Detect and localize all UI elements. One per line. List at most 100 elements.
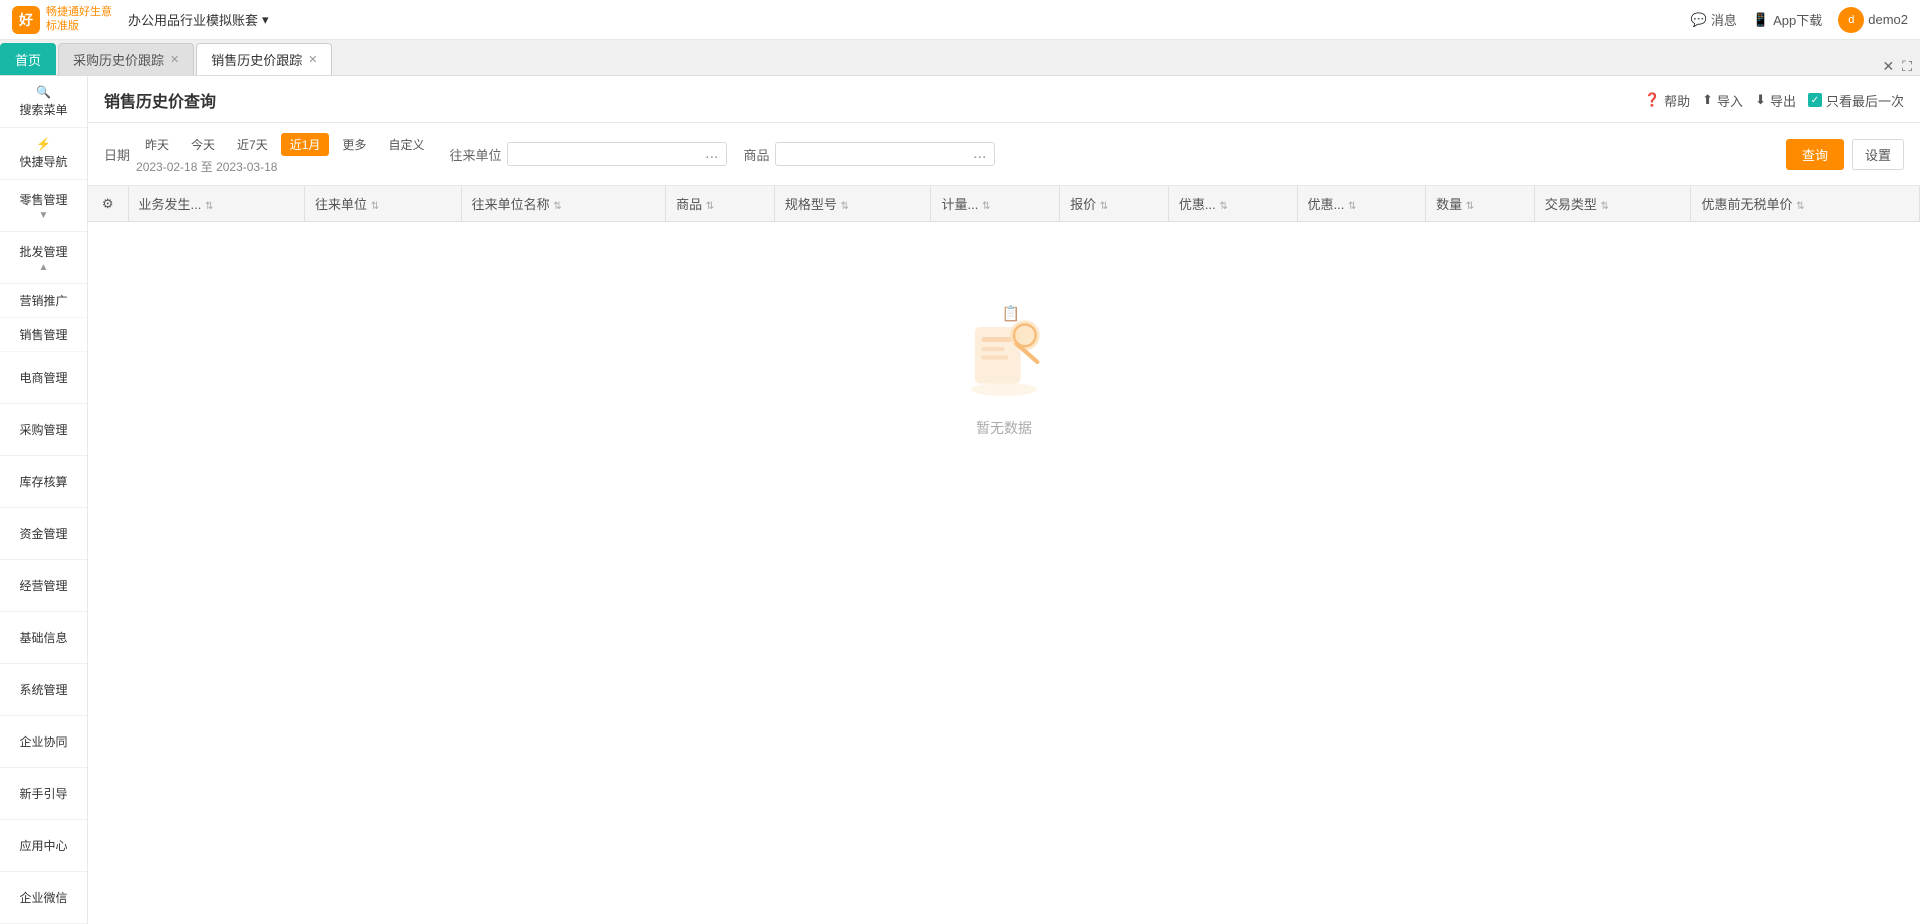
empty-icon: 📋 [954,302,1054,402]
counterpart-input[interactable] [516,147,705,162]
sidebar-item-sales-mgmt[interactable]: 销售管理 [0,318,87,352]
tab-bar: 首页 采购历史价跟踪 ✕ 销售历史价跟踪 ✕ ✕ ⛶ [0,40,1920,76]
search-icon: 🔍 [36,85,51,99]
tab-close-all-btn[interactable]: ✕ [1882,58,1894,75]
top-bar-left: 好 畅捷通好生意 标准版 办公用品行业模拟账套 ▾ [12,6,277,34]
settings-button[interactable]: 设置 [1852,139,1904,170]
message-btn[interactable]: 💬 消息 [1691,10,1737,29]
table-header: ⚙ 业务发生... ⇅ 往来单位 ⇅ 往来单位名称 ⇅ [88,186,1920,222]
sidebar-item-purchase[interactable]: 采购管理 [0,404,87,456]
sidebar-item-operations[interactable]: 经营管理 [0,560,87,612]
col-spec[interactable]: 规格型号 ⇅ [774,186,931,222]
page-actions: ❓ 帮助 ⬆ 导入 ⬇ 导出 ✓ 只看最后一次 [1644,91,1904,110]
col-biz-date[interactable]: 业务发生... ⇅ [128,186,305,222]
col-counterpart-name[interactable]: 往来单位名称 ⇅ [461,186,665,222]
export-btn[interactable]: ⬇ 导出 [1755,91,1796,110]
wholesale-arrow-icon: ▲ [39,262,49,273]
sort-arrows-discount1: ⇅ [1219,201,1227,212]
date-btn-7days[interactable]: 近7天 [228,133,277,156]
goods-filter-group: 商品 ... [743,142,995,166]
col-unit[interactable]: 计量... ⇅ [931,186,1060,222]
sidebar-item-basic[interactable]: 基础信息 [0,612,87,664]
sort-arrows-counterpart-code: ⇅ [371,201,379,212]
page-title-row: 销售历史价查询 ❓ 帮助 ⬆ 导入 ⬇ 导出 ✓ [104,88,1904,112]
import-icon: ⬆ [1702,92,1713,108]
sort-arrows-counterpart-name: ⇅ [553,201,561,212]
col-settings[interactable]: ⚙ [88,186,128,222]
tab-purchase[interactable]: 采购历史价跟踪 ✕ [58,43,194,75]
sort-arrows-unit: ⇅ [982,201,990,212]
sort-arrows-qty: ⇅ [1466,201,1474,212]
sort-arrows-quote: ⇅ [1100,201,1108,212]
sidebar-item-wholesale[interactable]: 批发管理 ▲ [0,232,87,284]
col-pre-tax-price[interactable]: 优惠前无税单价 ⇅ [1691,186,1920,222]
sidebar-item-finance[interactable]: 资金管理 [0,508,87,560]
counterpart-input-wrap[interactable]: ... [507,142,727,166]
sidebar-item-inventory[interactable]: 库存核算 [0,456,87,508]
export-icon: ⬇ [1755,92,1766,108]
date-btn-custom[interactable]: 自定义 [379,133,433,156]
sidebar: 🔍 搜索菜单 ⚡ 快捷导航 零售管理 ▼ 批发管理 ▲ 营销推广 销售管理 电商… [0,76,88,924]
sort-arrows-goods: ⇅ [706,201,714,212]
sidebar-item-system[interactable]: 系统管理 [0,664,87,716]
sort-arrows-trade-type: ⇅ [1601,201,1609,212]
goods-input[interactable] [784,147,973,162]
filter-row: 日期 昨天 今天 近7天 近1月 更多 自定义 2023-02-18 至 202… [88,123,1920,186]
sort-arrows-discount2: ⇅ [1348,201,1356,212]
date-btn-yesterday[interactable]: 昨天 [136,133,178,156]
col-goods[interactable]: 商品 ⇅ [666,186,775,222]
retail-arrow-icon: ▼ [39,210,49,221]
tab-home[interactable]: 首页 [0,43,56,75]
sort-arrows-spec: ⇅ [841,201,849,212]
tab-sales[interactable]: 销售历史价跟踪 ✕ [196,43,332,75]
page-header: 销售历史价查询 ❓ 帮助 ⬆ 导入 ⬇ 导出 ✓ [88,76,1920,123]
empty-text: 暂无数据 [976,418,1032,438]
empty-state: 📋 暂无数据 [88,222,1920,518]
tab-sales-close[interactable]: ✕ [308,53,317,66]
logo-icon: 好 [12,6,40,34]
sidebar-item-shortcut[interactable]: ⚡ 快捷导航 [0,128,87,180]
sidebar-item-ecommerce[interactable]: 电商管理 [0,352,87,404]
sidebar-item-wechat[interactable]: 企业微信 [0,872,87,924]
col-counterpart-code[interactable]: 往来单位 ⇅ [305,186,462,222]
goods-picker-btn[interactable]: ... [973,145,986,163]
date-btn-1month[interactable]: 近1月 [281,133,330,156]
col-trade-type[interactable]: 交易类型 ⇅ [1534,186,1691,222]
sidebar-item-apps[interactable]: 应用中心 [0,820,87,872]
tab-expand-btn[interactable]: ⛶ [1902,58,1912,75]
app-selector[interactable]: 办公用品行业模拟账套 ▾ [120,6,277,33]
avatar: d [1838,7,1864,33]
sidebar-item-enterprise[interactable]: 企业协同 [0,716,87,768]
shortcut-icon: ⚡ [36,137,51,151]
tab-bar-actions: ✕ ⛶ [1882,58,1920,75]
date-btn-more[interactable]: 更多 [333,133,375,156]
query-button[interactable]: 查询 [1786,139,1844,170]
only-last-toggle[interactable]: ✓ 只看最后一次 [1808,91,1904,110]
tab-purchase-close[interactable]: ✕ [170,53,179,66]
import-btn[interactable]: ⬆ 导入 [1702,91,1743,110]
counterpart-filter-group: 往来单位 ... [449,142,727,166]
data-table: ⚙ 业务发生... ⇅ 往来单位 ⇅ 往来单位名称 ⇅ [88,186,1920,222]
help-icon: ❓ [1644,92,1660,108]
date-label: 日期 [104,145,130,164]
date-btn-today[interactable]: 今天 [182,133,224,156]
sidebar-item-retail[interactable]: 零售管理 ▼ [0,180,87,232]
app-download-btn[interactable]: 📱 App下载 [1753,10,1822,29]
counterpart-label: 往来单位 [449,145,501,164]
col-quote[interactable]: 报价 ⇅ [1060,186,1169,222]
sidebar-item-search[interactable]: 🔍 搜索菜单 [0,76,87,128]
help-btn[interactable]: ❓ 帮助 [1644,91,1690,110]
goods-input-wrap[interactable]: ... [775,142,995,166]
col-discount2[interactable]: 优惠... ⇅ [1297,186,1426,222]
goods-label: 商品 [743,145,769,164]
filter-action-btns: 查询 设置 [1786,139,1904,170]
message-icon: 💬 [1691,12,1707,28]
sidebar-item-marketing[interactable]: 营销推广 [0,284,87,318]
counterpart-picker-btn[interactable]: ... [705,145,718,163]
col-qty[interactable]: 数量 ⇅ [1426,186,1535,222]
sort-arrows-biz-date: ⇅ [205,201,213,212]
date-buttons-wrap: 昨天 今天 近7天 近1月 更多 自定义 2023-02-18 至 2023-0… [136,133,433,175]
sidebar-item-guide[interactable]: 新手引导 [0,768,87,820]
col-discount1[interactable]: 优惠... ⇅ [1168,186,1297,222]
user-menu[interactable]: d demo2 [1838,7,1908,33]
